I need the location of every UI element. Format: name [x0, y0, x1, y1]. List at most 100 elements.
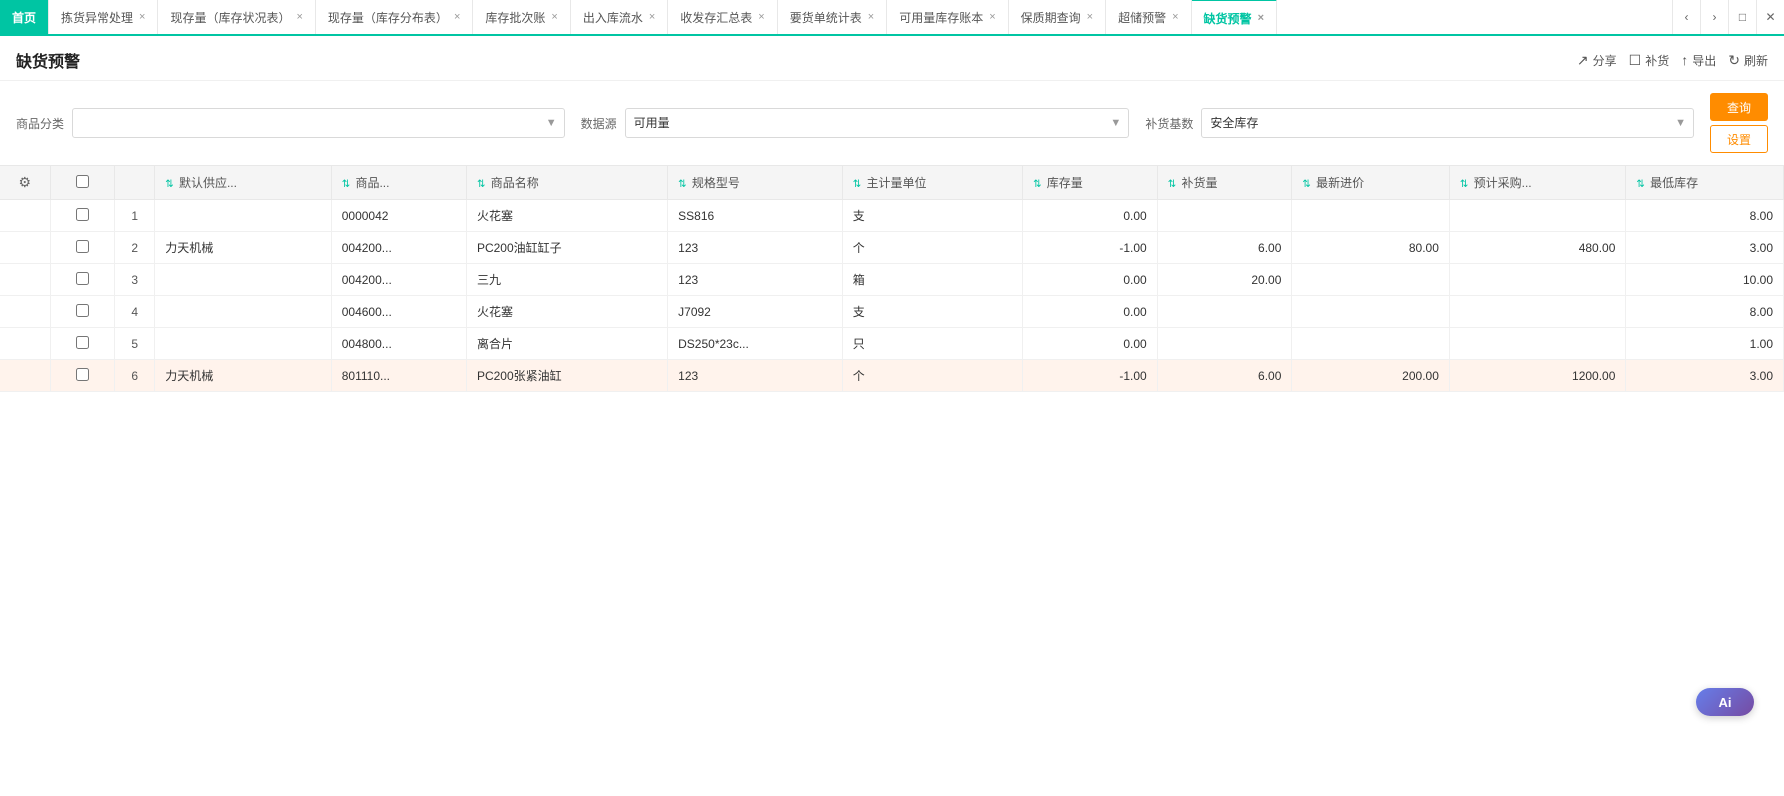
- tab-10[interactable]: 超储预警 ×: [1106, 0, 1191, 35]
- share-button[interactable]: ↗ 分享: [1577, 52, 1617, 69]
- tab-4-close[interactable]: ×: [551, 11, 557, 23]
- page-header: 缺货预警 ↗ 分享 ☐ 补货 ↑ 导出 ↻ 刷新: [0, 36, 1784, 81]
- row-checkbox-input-2[interactable]: [76, 272, 89, 285]
- row-min-stock-1: 3.00: [1626, 232, 1784, 264]
- export-button[interactable]: ↑ 导出: [1681, 52, 1716, 69]
- share-label: 分享: [1593, 52, 1617, 69]
- tab-restore-btn[interactable]: □: [1728, 0, 1756, 35]
- row-replenish-qty-3: [1157, 296, 1292, 328]
- main-content: 缺货预警 ↗ 分享 ☐ 补货 ↑ 导出 ↻ 刷新 商品分类: [0, 36, 1784, 796]
- tab-1[interactable]: 拣货异常处理 ×: [49, 0, 158, 35]
- row-checkbox-input-3[interactable]: [76, 304, 89, 317]
- row-settings-5: [0, 360, 50, 392]
- col-supplier-header[interactable]: ⇅ 默认供应...: [155, 166, 332, 200]
- tab-11-close[interactable]: ×: [1258, 12, 1264, 24]
- header-actions: ↗ 分享 ☐ 补货 ↑ 导出 ↻ 刷新: [1577, 52, 1768, 69]
- select-all-checkbox[interactable]: [76, 175, 89, 188]
- row-min-stock-3: 8.00: [1626, 296, 1784, 328]
- row-goods-name-5: PC200张紧油缸: [466, 360, 667, 392]
- tab-6-label: 收发存汇总表: [680, 9, 752, 26]
- goods-code-sort-icon: ⇅: [342, 179, 350, 190]
- ai-button[interactable]: Ai: [1696, 688, 1754, 716]
- col-goods-code-header[interactable]: ⇅ 商品...: [331, 166, 466, 200]
- col-est-purchase-header[interactable]: ⇅ 预计采购...: [1449, 166, 1626, 200]
- tab-9[interactable]: 保质期查询 ×: [1009, 0, 1106, 35]
- min-stock-header-label: 最低库存: [1650, 176, 1698, 190]
- replenish-button[interactable]: ☐ 补货: [1629, 52, 1670, 69]
- tab-8-label: 可用量库存账本: [899, 9, 983, 26]
- tab-6-close[interactable]: ×: [758, 11, 764, 23]
- tab-2-close[interactable]: ×: [296, 11, 302, 23]
- tab-7-close[interactable]: ×: [868, 11, 874, 23]
- row-num-0: 1: [115, 200, 155, 232]
- row-settings-4: [0, 328, 50, 360]
- tab-home[interactable]: 首页: [0, 0, 49, 35]
- col-unit-header[interactable]: ⇅ 主计量单位: [842, 166, 1022, 200]
- row-goods-name-3: 火花塞: [466, 296, 667, 328]
- latest-price-sort-icon: ⇅: [1302, 179, 1310, 190]
- row-checkbox-input-4[interactable]: [76, 336, 89, 349]
- filter-actions: 查询 设置: [1710, 93, 1768, 153]
- table-container: ⚙ ⇅ 默认供应... ⇅ 商品... ⇅: [0, 165, 1784, 392]
- row-checkbox-1: [50, 232, 115, 264]
- col-goods-name-header[interactable]: ⇅ 商品名称: [466, 166, 667, 200]
- row-replenish-qty-5: 6.00: [1157, 360, 1292, 392]
- tab-4[interactable]: 库存批次账 ×: [473, 0, 570, 35]
- table-body: 1 0000042 火花塞 SS816 支 0.00 8.00 2 力天机械 0…: [0, 200, 1784, 392]
- table-row: 6 力天机械 801110... PC200张紧油缸 123 个 -1.00 6…: [0, 360, 1784, 392]
- tab-5-close[interactable]: ×: [649, 11, 655, 23]
- datasource-select[interactable]: 可用量: [625, 108, 1130, 138]
- tab-next-btn[interactable]: ›: [1700, 0, 1728, 35]
- query-button[interactable]: 查询: [1710, 93, 1768, 121]
- settings-button[interactable]: 设置: [1710, 125, 1768, 153]
- tab-11[interactable]: 缺货预警 ×: [1192, 0, 1277, 35]
- tab-6[interactable]: 收发存汇总表 ×: [668, 0, 777, 35]
- row-latest-price-4: [1292, 328, 1450, 360]
- row-supplier-3: [155, 296, 332, 328]
- row-unit-5: 个: [842, 360, 1022, 392]
- row-unit-4: 只: [842, 328, 1022, 360]
- row-num-5: 6: [115, 360, 155, 392]
- col-latest-price-header[interactable]: ⇅ 最新进价: [1292, 166, 1450, 200]
- row-checkbox-input-0[interactable]: [76, 208, 89, 221]
- tab-8[interactable]: 可用量库存账本 ×: [887, 0, 1008, 35]
- tab-2[interactable]: 现存量（库存状况表） ×: [158, 0, 315, 35]
- refresh-button[interactable]: ↻ 刷新: [1728, 52, 1768, 69]
- col-replenish-qty-header[interactable]: ⇅ 补货量: [1157, 166, 1292, 200]
- row-num-2: 3: [115, 264, 155, 296]
- goods-name-header-label: 商品名称: [491, 176, 539, 190]
- tab-9-close[interactable]: ×: [1087, 11, 1093, 23]
- table-row: 4 004600... 火花塞 J7092 支 0.00 8.00: [0, 296, 1784, 328]
- datasource-label: 数据源: [581, 115, 617, 132]
- col-min-stock-header[interactable]: ⇅ 最低库存: [1626, 166, 1784, 200]
- row-min-stock-4: 1.00: [1626, 328, 1784, 360]
- col-stock-header[interactable]: ⇅ 库存量: [1023, 166, 1158, 200]
- tab-3[interactable]: 现存量（库存分布表） ×: [316, 0, 473, 35]
- tab-close-all-btn[interactable]: ✕: [1756, 0, 1784, 35]
- tab-7[interactable]: 要货单统计表 ×: [778, 0, 887, 35]
- row-stock-0: 0.00: [1023, 200, 1158, 232]
- row-latest-price-5: 200.00: [1292, 360, 1450, 392]
- tab-1-close[interactable]: ×: [139, 11, 145, 23]
- tab-5[interactable]: 出入库流水 ×: [571, 0, 668, 35]
- col-spec-header[interactable]: ⇅ 规格型号: [668, 166, 843, 200]
- row-goods-code-3: 004600...: [331, 296, 466, 328]
- tab-10-close[interactable]: ×: [1172, 11, 1178, 23]
- row-spec-1: 123: [668, 232, 843, 264]
- settings-gear-icon[interactable]: ⚙: [18, 174, 31, 190]
- spec-header-label: 规格型号: [692, 176, 740, 190]
- tab-8-close[interactable]: ×: [989, 11, 995, 23]
- row-checkbox-2: [50, 264, 115, 296]
- category-select[interactable]: [72, 108, 565, 138]
- row-stock-2: 0.00: [1023, 264, 1158, 296]
- replenish-base-select[interactable]: 安全库存: [1201, 108, 1694, 138]
- row-stock-3: 0.00: [1023, 296, 1158, 328]
- row-checkbox-input-5[interactable]: [76, 368, 89, 381]
- tab-prev-btn[interactable]: ‹: [1672, 0, 1700, 35]
- row-goods-code-4: 004800...: [331, 328, 466, 360]
- tab-5-label: 出入库流水: [583, 9, 643, 26]
- row-checkbox-input-1[interactable]: [76, 240, 89, 253]
- row-spec-5: 123: [668, 360, 843, 392]
- row-spec-3: J7092: [668, 296, 843, 328]
- tab-3-close[interactable]: ×: [454, 11, 460, 23]
